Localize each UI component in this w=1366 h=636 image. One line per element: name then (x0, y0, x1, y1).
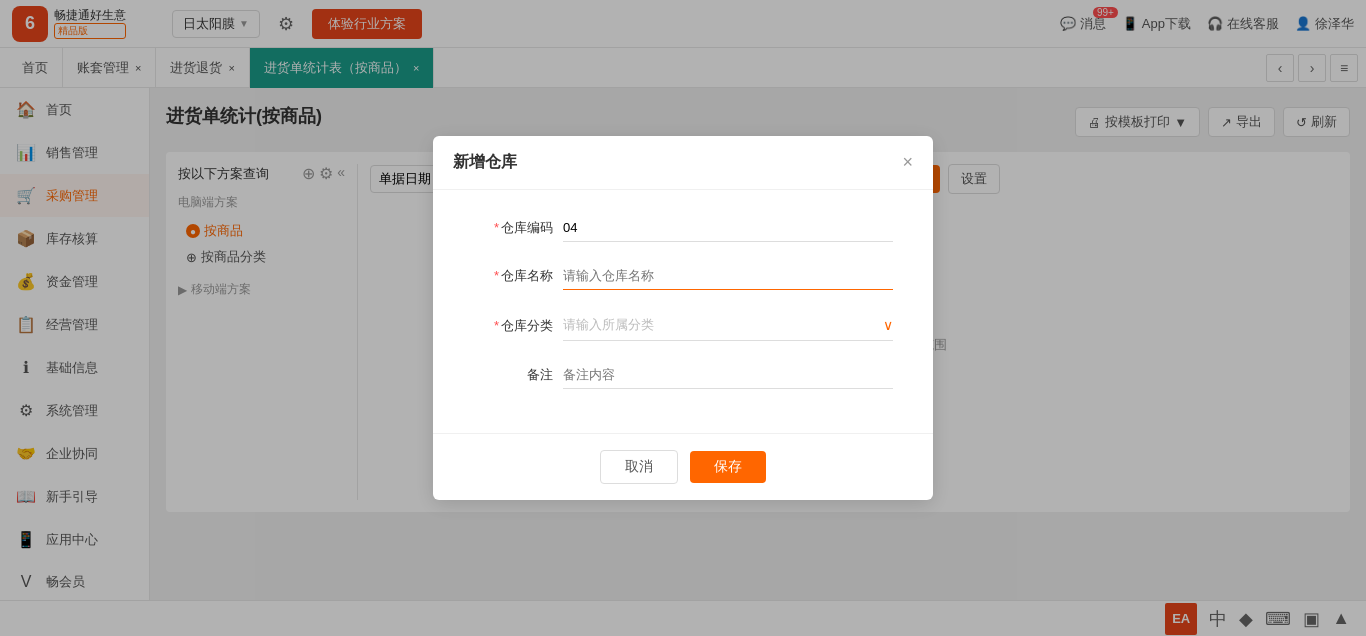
warehouse-category-select[interactable]: 请输入所属分类 ∨ (563, 310, 893, 341)
warehouse-code-label: 仓库编码 (473, 219, 553, 237)
modal-title: 新增仓库 (453, 152, 517, 173)
new-warehouse-modal: 新增仓库 × 仓库编码 仓库名称 仓库分类 请输入所属分类 ∨ 备注 (433, 136, 933, 500)
warehouse-category-label: 仓库分类 (473, 317, 553, 335)
warehouse-note-row: 备注 (473, 361, 893, 389)
warehouse-name-input[interactable] (563, 262, 893, 290)
modal-overlay: 新增仓库 × 仓库编码 仓库名称 仓库分类 请输入所属分类 ∨ 备注 (0, 0, 1366, 636)
warehouse-category-placeholder: 请输入所属分类 (563, 316, 883, 334)
modal-close-button[interactable]: × (902, 152, 913, 173)
cancel-button[interactable]: 取消 (600, 450, 678, 484)
warehouse-note-input[interactable] (563, 361, 893, 389)
modal-footer: 取消 保存 (433, 433, 933, 500)
save-button[interactable]: 保存 (690, 451, 766, 483)
warehouse-code-input[interactable] (563, 214, 893, 242)
modal-header: 新增仓库 × (433, 136, 933, 190)
warehouse-note-label: 备注 (473, 366, 553, 384)
warehouse-name-row: 仓库名称 (473, 262, 893, 290)
warehouse-code-row: 仓库编码 (473, 214, 893, 242)
warehouse-category-row: 仓库分类 请输入所属分类 ∨ (473, 310, 893, 341)
modal-body: 仓库编码 仓库名称 仓库分类 请输入所属分类 ∨ 备注 (433, 190, 933, 433)
warehouse-name-label: 仓库名称 (473, 267, 553, 285)
category-dropdown-arrow: ∨ (883, 317, 893, 333)
